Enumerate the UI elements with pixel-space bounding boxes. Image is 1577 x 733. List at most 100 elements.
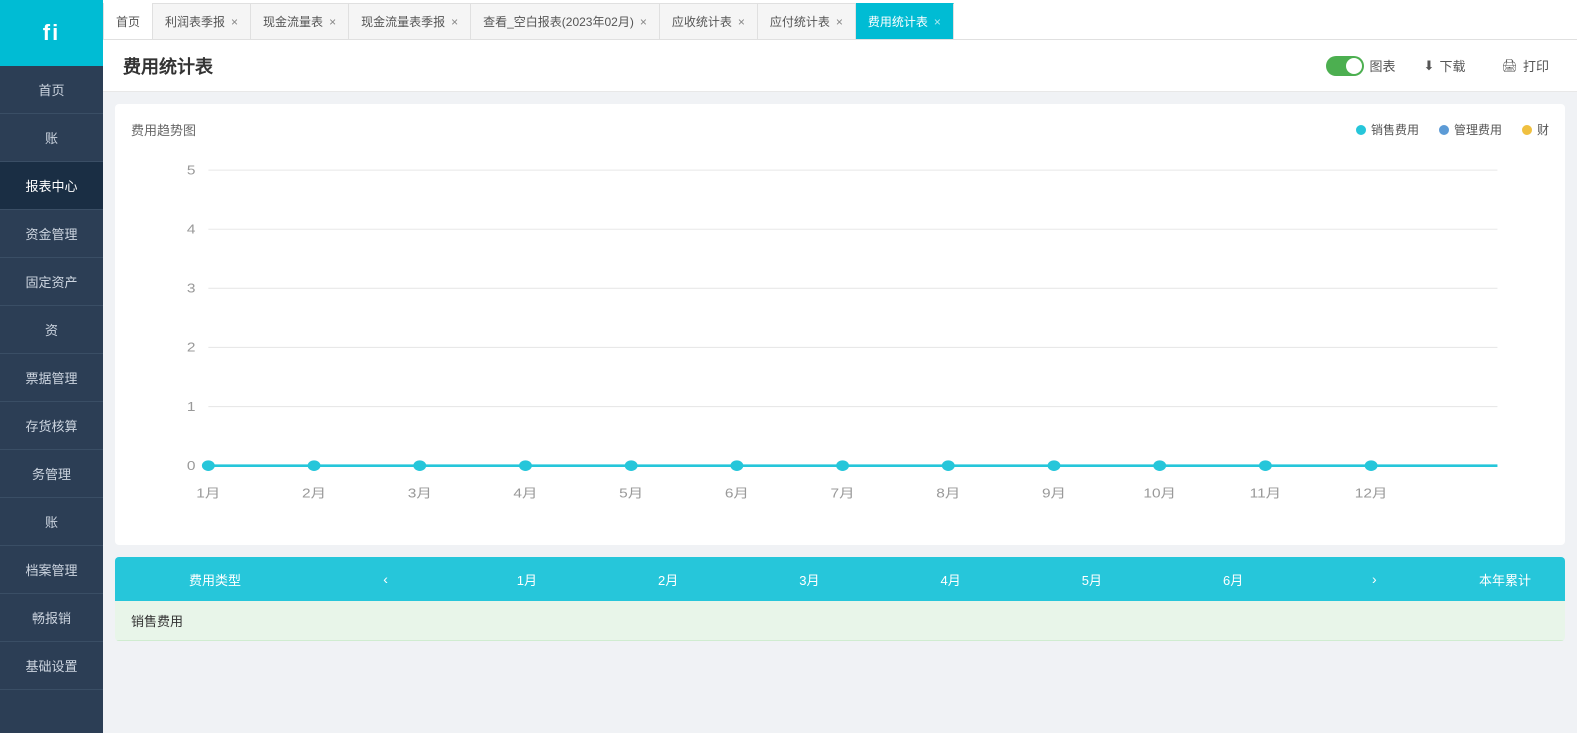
chart-point-4: [519, 460, 532, 471]
legend-sales: 销售费用: [1356, 121, 1419, 138]
table-header: 费用类型 ‹ 1月 2月 3月 4月 5月 6月 › 本年累计: [115, 557, 1565, 601]
toggle-label: 图表: [1370, 56, 1396, 75]
tab-cashflow[interactable]: 现金流量表 ×: [251, 3, 349, 39]
chart-point-2: [308, 460, 321, 471]
header-actions: 图表 ⬇ 下载 🖨 打印: [1326, 52, 1557, 79]
legend-dot-finance: [1522, 125, 1532, 135]
sidebar-item-affairs[interactable]: 务管理: [0, 450, 103, 498]
print-icon: 🖨: [1501, 58, 1518, 74]
sidebar-item-sub[interactable]: 账: [0, 498, 103, 546]
th-nav-next[interactable]: ›: [1304, 571, 1445, 587]
table-row-sales: 销售费用: [115, 601, 1565, 641]
prev-arrow-icon[interactable]: ‹: [375, 571, 396, 587]
tab-cashflow-q[interactable]: 现金流量表季报 ×: [349, 3, 471, 39]
td-type-sales: 销售费用: [115, 611, 315, 630]
content-area: 费用统计表 图表 ⬇ 下载 🖨 打印: [103, 40, 1577, 733]
chart-header: 费用趋势图 销售费用 管理费用 财: [131, 120, 1549, 139]
x-label-12: 12月: [1355, 486, 1388, 500]
x-label-2: 2月: [302, 486, 326, 500]
chart-toggle[interactable]: 图表: [1326, 56, 1396, 76]
x-label-11: 11月: [1250, 486, 1282, 500]
legend-mgmt: 管理费用: [1439, 121, 1502, 138]
th-ytd: 本年累计: [1445, 570, 1565, 589]
chart-point-12: [1365, 460, 1378, 471]
x-label-6: 6月: [725, 486, 749, 500]
page-title: 费用统计表: [123, 53, 213, 79]
th-month-5: 5月: [1021, 570, 1162, 589]
tab-blank-report[interactable]: 查看_空白报表(2023年02月) ×: [471, 3, 660, 39]
sidebar-item-invest[interactable]: 资: [0, 306, 103, 354]
legend-dot-mgmt: [1439, 125, 1449, 135]
th-month-3: 3月: [739, 570, 880, 589]
th-month-6: 6月: [1163, 570, 1304, 589]
print-button[interactable]: 🖨 打印: [1493, 52, 1557, 79]
sidebar-item-home[interactable]: 首页: [0, 66, 103, 114]
sidebar-item-expense[interactable]: 畅报销: [0, 594, 103, 642]
x-label-1: 1月: [196, 486, 220, 500]
tab-close-expense-stat[interactable]: ×: [934, 15, 941, 29]
y-label-3: 3: [187, 281, 196, 295]
y-label-0: 0: [187, 458, 196, 472]
tab-close-cashflow-q[interactable]: ×: [451, 15, 458, 29]
tab-receivable[interactable]: 应收统计表 ×: [660, 3, 758, 39]
tab-close-payable[interactable]: ×: [836, 15, 843, 29]
th-type-label: 费用类型: [189, 573, 241, 588]
chart-point-10: [1153, 460, 1166, 471]
y-label-4: 4: [187, 222, 196, 236]
sidebar-item-inventory[interactable]: 存货核算: [0, 402, 103, 450]
chart-point-3: [413, 460, 426, 471]
print-label: 打印: [1523, 56, 1549, 75]
chart-svg: 5 4 3 2 1 0: [131, 149, 1549, 529]
toggle-track[interactable]: [1326, 56, 1364, 76]
chart-point-5: [625, 460, 638, 471]
th-type: 费用类型: [115, 570, 315, 589]
sidebar-logo: fi: [0, 0, 103, 66]
y-label-1: 1: [187, 399, 196, 413]
chart-title: 费用趋势图: [131, 120, 196, 139]
legend-label-sales: 销售费用: [1371, 121, 1419, 138]
legend-label-finance: 财: [1537, 121, 1549, 138]
tab-home[interactable]: 首页: [103, 3, 153, 39]
chart-point-9: [1048, 460, 1061, 471]
tab-close-receivable[interactable]: ×: [738, 15, 745, 29]
tab-expense-stat[interactable]: 费用统计表 ×: [856, 3, 954, 39]
chart-point-1: [202, 460, 215, 471]
legend-label-mgmt: 管理费用: [1454, 121, 1502, 138]
x-label-3: 3月: [408, 486, 432, 500]
next-arrow-icon[interactable]: ›: [1364, 571, 1385, 587]
chart-point-6: [730, 460, 743, 471]
download-button[interactable]: ⬇ 下载: [1416, 52, 1474, 79]
y-label-2: 2: [187, 340, 196, 354]
chart-section: 费用趋势图 销售费用 管理费用 财: [115, 104, 1565, 545]
x-label-10: 10月: [1143, 486, 1176, 500]
tab-close-blank-report[interactable]: ×: [640, 15, 647, 29]
th-month-2: 2月: [598, 570, 739, 589]
download-label: 下载: [1439, 56, 1465, 75]
th-month-1: 1月: [456, 570, 597, 589]
th-nav-prev[interactable]: ‹: [315, 571, 456, 587]
sidebar-item-asset[interactable]: 固定资产: [0, 258, 103, 306]
tab-close-cashflow[interactable]: ×: [329, 15, 336, 29]
chart-point-11: [1259, 460, 1272, 471]
sidebar: fi 首页 账 报表中心 资金管理 固定资产 资 票据管理 存货核算 务管理 账…: [0, 0, 103, 733]
sidebar-item-archive[interactable]: 档案管理: [0, 546, 103, 594]
tab-close-profit[interactable]: ×: [231, 15, 238, 29]
sidebar-item-report[interactable]: 报表中心: [0, 162, 103, 210]
sidebar-item-account[interactable]: 账: [0, 114, 103, 162]
x-label-8: 8月: [936, 486, 960, 500]
legend-dot-sales: [1356, 125, 1366, 135]
chart-point-8: [942, 460, 955, 471]
tab-profit[interactable]: 利润表季报 ×: [153, 3, 251, 39]
th-month-4: 4月: [880, 570, 1021, 589]
x-label-4: 4月: [513, 486, 537, 500]
chart-container: 5 4 3 2 1 0: [131, 149, 1549, 529]
data-table-section: 费用类型 ‹ 1月 2月 3月 4月 5月 6月 › 本年累计 销售费用: [115, 557, 1565, 641]
tab-payable[interactable]: 应付统计表 ×: [758, 3, 856, 39]
x-label-7: 7月: [831, 486, 855, 500]
tab-bar: 首页 利润表季报 × 现金流量表 × 现金流量表季报 × 查看_空白报表(202…: [103, 0, 1577, 40]
sidebar-item-ticket[interactable]: 票据管理: [0, 354, 103, 402]
sidebar-item-fund[interactable]: 资金管理: [0, 210, 103, 258]
y-label-5: 5: [187, 163, 196, 177]
sidebar-item-settings[interactable]: 基础设置: [0, 642, 103, 690]
legend-finance: 财: [1522, 121, 1549, 138]
